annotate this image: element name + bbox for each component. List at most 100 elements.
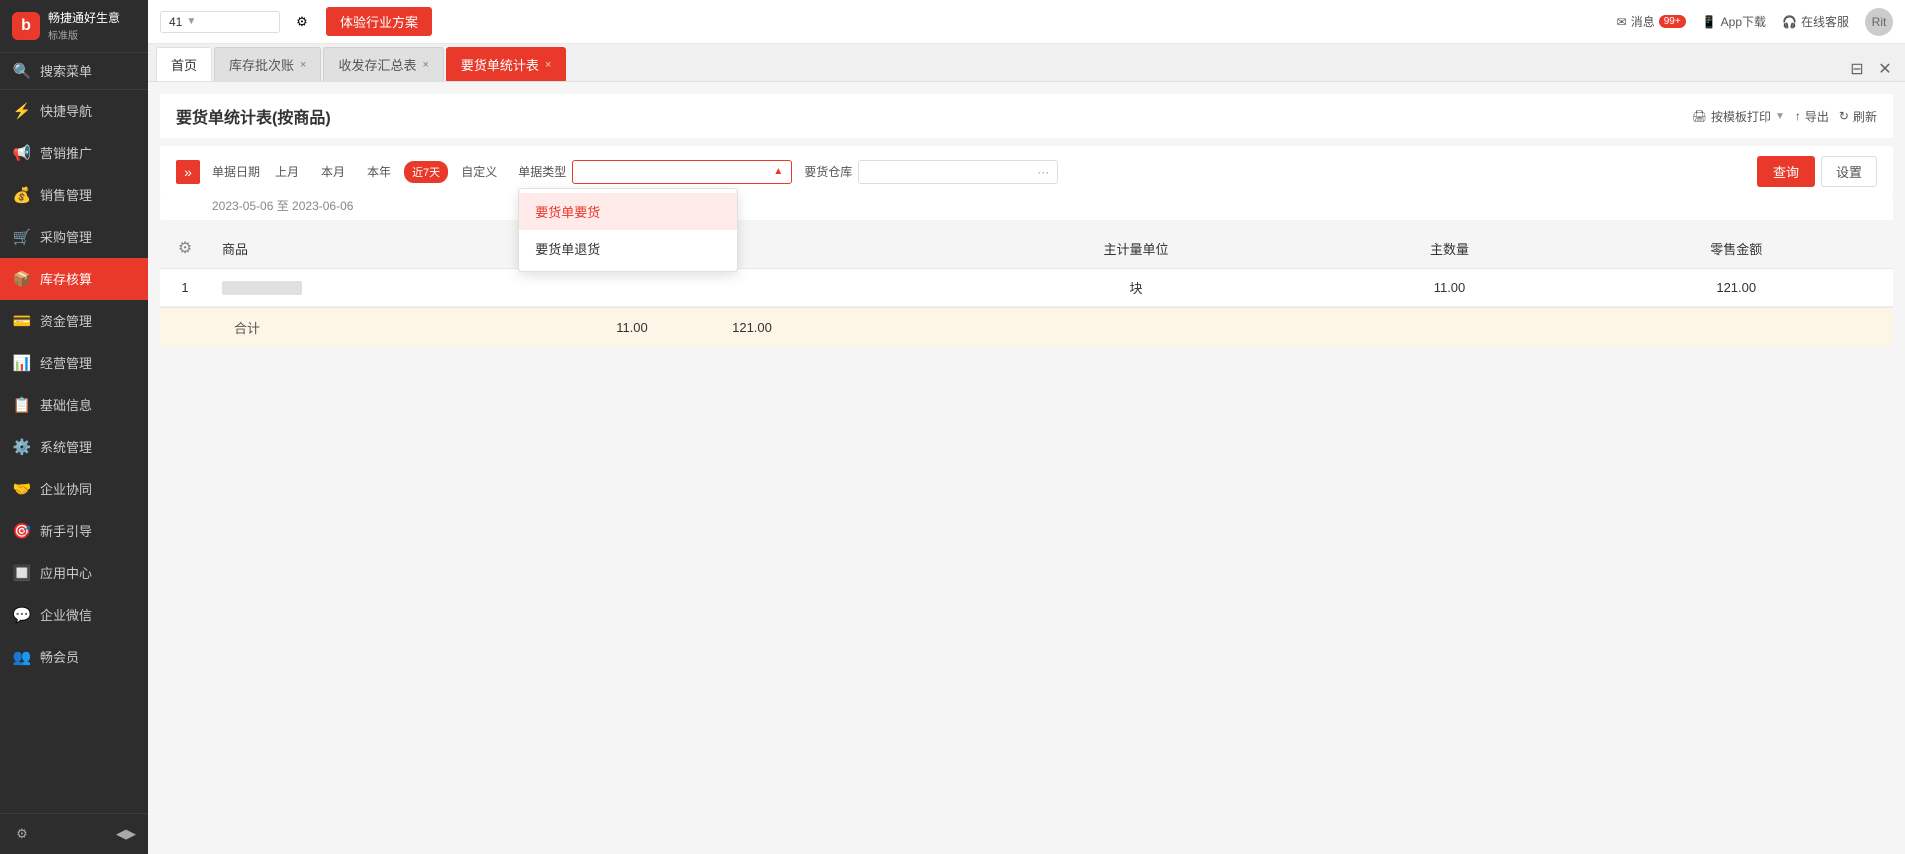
tab-order-summary-close-icon[interactable]: × xyxy=(545,59,551,71)
query-button[interactable]: 查询 xyxy=(1757,156,1815,187)
sidebar-item-wechat[interactable]: 💬 企业微信 xyxy=(0,594,148,636)
enterprise-icon: 🤝 xyxy=(12,479,32,499)
tab-batch-account-close-icon[interactable]: × xyxy=(300,59,306,71)
finance-icon: 💳 xyxy=(12,311,32,331)
table-header-row: ⚙ 商品 主计量单位 主数量 零售金额 xyxy=(160,228,1893,269)
app-download-icon: 📱 xyxy=(1702,15,1717,29)
tabs-close-all-icon[interactable]: ✕ xyxy=(1873,57,1897,81)
sidebar-item-label: 经营管理 xyxy=(40,353,92,372)
topbar: 41 ▼ ⚙ 体验行业方案 ✉ 消息 99+ 📱 App下载 🎧 在线客服 Ri… xyxy=(148,0,1905,44)
tab-batch-account[interactable]: 库存批次账 × xyxy=(214,47,321,81)
members-icon: 👥 xyxy=(12,647,32,667)
footer-values: 11.00 121.00 xyxy=(272,320,1881,335)
sidebar-item-label: 营销推广 xyxy=(40,143,92,162)
warehouse-placeholder xyxy=(867,165,870,179)
row-product xyxy=(210,269,952,307)
sidebar-bottom: ⚙ ◀▶ xyxy=(0,813,148,854)
row-seq: 1 xyxy=(160,269,210,307)
sidebar-search-label: 搜索菜单 xyxy=(40,61,92,80)
sidebar-item-basic-info[interactable]: 📋 基础信息 xyxy=(0,384,148,426)
tab-collect-summary[interactable]: 收发存汇总表 × xyxy=(323,47,443,81)
sidebar-item-label: 库存核算 xyxy=(40,269,92,288)
basic-info-icon: 📋 xyxy=(12,395,32,415)
sidebar-item-label: 快捷导航 xyxy=(40,101,92,120)
page-title: 要货单统计表(按商品) xyxy=(176,104,331,128)
message-label: 消息 xyxy=(1631,13,1655,30)
template-dropdown-icon[interactable]: ▼ xyxy=(1775,111,1785,122)
date-btn-7days[interactable]: 近7天 xyxy=(404,161,448,183)
sidebar-item-label: 销售管理 xyxy=(40,185,92,204)
tab-home-label: 首页 xyxy=(171,55,197,74)
type-select[interactable]: ▲ xyxy=(572,160,792,184)
filter-bar: » 单据日期 上月 本月 本年 近7天 自定义 单据类型 ▲ xyxy=(160,146,1893,197)
app-logo: b 畅捷通好生意 标准版 xyxy=(0,0,148,53)
sidebar-item-guide[interactable]: 🎯 新手引导 xyxy=(0,510,148,552)
sidebar-item-marketing[interactable]: 📢 营销推广 xyxy=(0,132,148,174)
date-btn-this-year[interactable]: 本年 xyxy=(358,159,400,184)
sidebar-item-finance[interactable]: 💳 资金管理 xyxy=(0,300,148,342)
refresh-button[interactable]: ↻ 刷新 xyxy=(1839,108,1877,125)
sidebar-item-system[interactable]: ⚙️ 系统管理 xyxy=(0,426,148,468)
th-settings[interactable]: ⚙ xyxy=(160,228,210,269)
date-range-row: 2023-05-06 至 2023-06-06 xyxy=(160,197,1893,220)
sidebar-item-label: 资金管理 xyxy=(40,311,92,330)
sidebar-item-sales[interactable]: 💰 销售管理 xyxy=(0,174,148,216)
sidebar-item-label: 企业微信 xyxy=(40,605,92,624)
th-retail-amount: 零售金额 xyxy=(1579,228,1893,269)
export-button[interactable]: ↑ 导出 xyxy=(1795,108,1829,125)
dropdown-item-order-return[interactable]: 要货单退货 xyxy=(519,230,737,267)
app-sub: 标准版 xyxy=(48,27,120,42)
setting-button[interactable]: 设置 xyxy=(1821,156,1877,187)
dropdown-item-order-goods[interactable]: 要货单要货 xyxy=(519,193,737,230)
tab-home[interactable]: 首页 xyxy=(156,47,212,81)
tab-batch-account-label: 库存批次账 xyxy=(229,55,294,74)
sidebar-nav: ⚡ 快捷导航 📢 营销推广 💰 销售管理 🛒 采购管理 📦 库存核算 💳 资金管… xyxy=(0,90,148,813)
date-btn-this-month[interactable]: 本月 xyxy=(312,159,354,184)
warehouse-select[interactable]: ··· xyxy=(858,160,1058,184)
sidebar-item-operations[interactable]: 📊 经营管理 xyxy=(0,342,148,384)
warehouse-chevron-icon: ··· xyxy=(1037,165,1049,179)
sidebar-item-quick-nav[interactable]: ⚡ 快捷导航 xyxy=(0,90,148,132)
warehouse-filter-label: 要货仓库 xyxy=(804,163,852,180)
sidebar-item-app-center[interactable]: 🔲 应用中心 xyxy=(0,552,148,594)
sidebar: b 畅捷通好生意 标准版 🔍 搜索菜单 ⚡ 快捷导航 📢 营销推广 💰 销售管理… xyxy=(0,0,148,854)
guide-icon: 🎯 xyxy=(12,521,32,541)
sidebar-item-label: 新手引导 xyxy=(40,521,92,540)
purchase-icon: 🛒 xyxy=(12,227,32,247)
inventory-icon: 📦 xyxy=(12,269,32,289)
topbar-settings-icon[interactable]: ⚙ xyxy=(288,8,316,36)
search-icon: 🔍 xyxy=(12,61,32,81)
row-retail-amount: 121.00 xyxy=(1579,269,1893,307)
collapse-icon[interactable]: ◀▶ xyxy=(116,824,136,844)
sidebar-item-enterprise[interactable]: 🤝 企业协同 xyxy=(0,468,148,510)
customer-service-button[interactable]: 🎧 在线客服 xyxy=(1782,13,1849,30)
user-avatar[interactable]: Rit xyxy=(1865,8,1893,36)
product-placeholder xyxy=(222,281,302,295)
sidebar-item-inventory[interactable]: 📦 库存核算 xyxy=(0,258,148,300)
settings-icon[interactable]: ⚙ xyxy=(12,824,32,844)
app-download-button[interactable]: 📱 App下载 xyxy=(1702,13,1766,30)
message-icon: ✉ xyxy=(1617,15,1627,29)
sidebar-item-label: 采购管理 xyxy=(40,227,92,246)
row-main-qty: 11.00 xyxy=(1320,269,1580,307)
tab-order-summary[interactable]: 要货单统计表 × xyxy=(446,47,566,81)
tabs-expand-icon[interactable]: ⊟ xyxy=(1845,57,1869,81)
refresh-icon: ↻ xyxy=(1839,109,1849,123)
tab-collect-summary-close-icon[interactable]: × xyxy=(422,59,428,71)
topbar-left: 41 ▼ ⚙ 体验行业方案 xyxy=(160,7,1617,36)
sidebar-item-label: 系统管理 xyxy=(40,437,92,456)
sidebar-item-members[interactable]: 👥 畅会员 xyxy=(0,636,148,678)
sidebar-item-purchase[interactable]: 🛒 采购管理 xyxy=(0,216,148,258)
sidebar-item-search[interactable]: 🔍 搜索菜单 xyxy=(0,53,148,90)
message-button[interactable]: ✉ 消息 99+ xyxy=(1617,13,1686,30)
tabs-bar: 首页 库存批次账 × 收发存汇总表 × 要货单统计表 × ⊟ ✕ xyxy=(148,44,1905,82)
date-btn-last-month[interactable]: 上月 xyxy=(266,159,308,184)
type-filter-label: 单据类型 xyxy=(518,163,566,180)
branch-selector[interactable]: 41 ▼ xyxy=(160,11,280,33)
promo-button[interactable]: 体验行业方案 xyxy=(326,7,432,36)
filter-expand-button[interactable]: » xyxy=(176,160,200,184)
date-btn-custom[interactable]: 自定义 xyxy=(452,159,506,184)
dropdown-item-label: 要货单退货 xyxy=(535,242,600,257)
template-print-button[interactable]: 🖨 按模板打印 ▼ xyxy=(1692,108,1785,125)
date-filter-label: 单据日期 xyxy=(212,163,260,180)
